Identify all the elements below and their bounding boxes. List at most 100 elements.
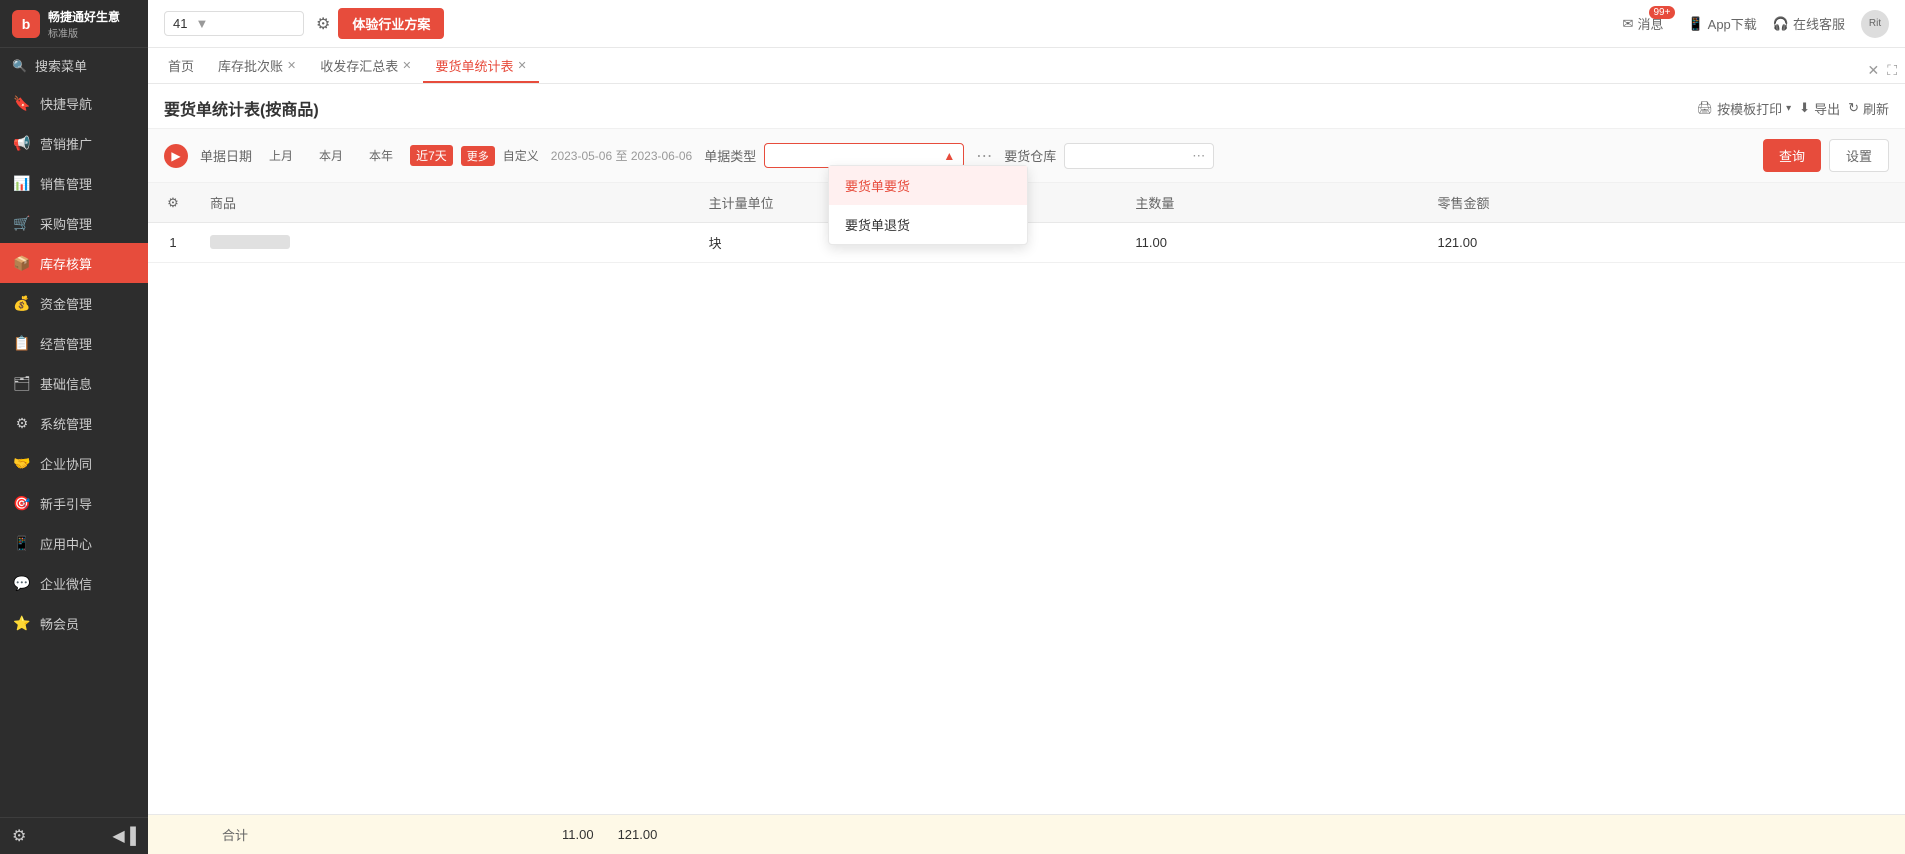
- export-button[interactable]: ⬇ 导出: [1799, 99, 1840, 118]
- sidebar-item-label: 应用中心: [40, 534, 92, 553]
- sidebar-item-appstore[interactable]: 📱 应用中心: [0, 523, 148, 563]
- page-actions: 🖨 按模板打印 ▾ ⬇ 导出 ↻ 刷新: [1697, 99, 1889, 118]
- page-title: 要货单统计表(按商品): [164, 96, 319, 120]
- filter-expand-button[interactable]: ▶: [164, 144, 188, 168]
- store-select-arrow-icon: ▼: [195, 16, 208, 31]
- tab-receivable-summary[interactable]: 收发存汇总表 ✕: [308, 50, 423, 83]
- sidebar-item-quick-nav[interactable]: 🔖 快捷导航: [0, 83, 148, 123]
- footer-amount: 121.00: [606, 827, 670, 842]
- collapse-button[interactable]: ◀▐: [112, 826, 136, 846]
- sidebar-item-system[interactable]: ⚙ 系统管理: [0, 403, 148, 443]
- trial-btn[interactable]: 体验行业方案: [338, 8, 444, 39]
- guide-icon: 🎯: [12, 493, 32, 513]
- sidebar-item-marketing[interactable]: 📢 营销推广: [0, 123, 148, 163]
- sidebar-bottom: ⚙ ◀▐: [0, 817, 148, 854]
- tab-receivable-summary-close-icon[interactable]: ✕: [402, 59, 411, 72]
- col-settings[interactable]: ⚙: [148, 183, 198, 223]
- headset-icon: 🎧: [1773, 16, 1789, 32]
- col-quantity: 主数量: [1123, 183, 1425, 223]
- date-btn-prev-month[interactable]: 上月: [260, 143, 302, 168]
- filter-warehouse-group: 要货仓库 ⋯: [1004, 143, 1214, 169]
- refresh-button[interactable]: ↻ 刷新: [1848, 99, 1889, 118]
- topbar-left: 41 ▼ ⚙ 体验行业方案: [164, 8, 1623, 39]
- messages-button[interactable]: ✉ 消息 99+: [1623, 14, 1664, 33]
- sidebar-item-enterprise[interactable]: 🤝 企业协同: [0, 443, 148, 483]
- col-amount: 零售金额: [1425, 183, 1789, 223]
- filter-date-label: 单据日期: [200, 146, 252, 165]
- sidebar-item-label: 采购管理: [40, 214, 92, 233]
- sidebar-item-label: 基础信息: [40, 374, 92, 393]
- system-icon: ⚙: [12, 413, 32, 433]
- main-content: 41 ▼ ⚙ 体验行业方案 ✉ 消息 99+ 📱 App下载 🎧 在线客服 Ri…: [148, 0, 1905, 854]
- query-button[interactable]: 查询: [1763, 139, 1821, 172]
- sidebar-item-sales[interactable]: 📊 销售管理: [0, 163, 148, 203]
- online-service-button[interactable]: 🎧 在线客服: [1773, 14, 1845, 33]
- sidebar-item-label: 系统管理: [40, 414, 92, 433]
- export-icon: ⬇: [1799, 100, 1810, 116]
- sidebar-item-label: 畅会员: [40, 614, 79, 633]
- tab-home[interactable]: 首页: [156, 50, 206, 83]
- filter-type-label: 单据类型: [704, 146, 756, 165]
- filter-actions: 查询 设置: [1763, 139, 1889, 172]
- filter-warehouse-input[interactable]: ⋯: [1064, 143, 1214, 169]
- app-logo-text: 畅捷通好生意 标准版: [48, 8, 120, 40]
- filter-warehouse-label: 要货仓库: [1004, 146, 1056, 165]
- tabs-right-actions: ✕ ⛶: [1867, 62, 1897, 83]
- tab-order-summary-close-icon[interactable]: ✕: [518, 59, 527, 72]
- sidebar-item-purchase[interactable]: 🛒 采购管理: [0, 203, 148, 243]
- inventory-icon: 📦: [12, 253, 32, 273]
- filter-bar: ▶ 单据日期 上月 本月 本年 近7天 更多 自定义 2023-05-06 至 …: [148, 129, 1905, 183]
- settings-button[interactable]: ⚙: [12, 826, 26, 846]
- sidebar-item-label: 销售管理: [40, 174, 92, 193]
- sidebar-logo: b 畅捷通好生意 标准版: [0, 0, 148, 48]
- footer-label: 合计: [210, 825, 450, 844]
- sidebar-nav: 🔖 快捷导航 📢 营销推广 📊 销售管理 🛒 采购管理 📦 库存核算 💰 资金管…: [0, 83, 148, 817]
- dropdown-item-order-goods[interactable]: 要货单要货: [829, 166, 1027, 205]
- wechat-icon: 💬: [12, 573, 32, 593]
- chevron-down-icon: ▾: [1786, 103, 1791, 114]
- sidebar-item-guide[interactable]: 🎯 新手引导: [0, 483, 148, 523]
- date-btn-current-month[interactable]: 本月: [310, 143, 352, 168]
- date-more-tag[interactable]: 更多: [461, 146, 495, 166]
- date-range-display: 2023-05-06 至 2023-06-06: [551, 147, 692, 164]
- filter-more-icon[interactable]: ⋯: [976, 146, 992, 166]
- basic-icon: 🗂: [12, 373, 32, 393]
- enterprise-icon: 🤝: [12, 453, 32, 473]
- tab-inventory-batch-close-icon[interactable]: ✕: [287, 59, 296, 72]
- filter-settings-button[interactable]: 设置: [1829, 139, 1889, 172]
- topbar: 41 ▼ ⚙ 体验行业方案 ✉ 消息 99+ 📱 App下载 🎧 在线客服 Ri…: [148, 0, 1905, 48]
- tab-inventory-batch[interactable]: 库存批次账 ✕: [206, 50, 308, 83]
- app-download-button[interactable]: 📱 App下载: [1687, 14, 1756, 33]
- date-btn-7days[interactable]: 近7天: [410, 145, 453, 166]
- store-select[interactable]: 41 ▼: [164, 11, 304, 36]
- page-header: 要货单统计表(按商品) 🖨 按模板打印 ▾ ⬇ 导出 ↻ 刷新: [148, 84, 1905, 129]
- sidebar-item-wechat[interactable]: 💬 企业微信: [0, 563, 148, 603]
- sidebar-item-member[interactable]: ⭐ 畅会员: [0, 603, 148, 643]
- marketing-icon: 📢: [12, 133, 32, 153]
- user-avatar[interactable]: Rit: [1861, 10, 1889, 38]
- refresh-icon: ↻: [1848, 100, 1859, 116]
- template-print-button[interactable]: 🖨 按模板打印 ▾: [1697, 99, 1792, 118]
- search-menu-item[interactable]: 🔍 搜索菜单: [0, 48, 148, 83]
- topbar-settings-icon[interactable]: ⚙: [316, 14, 330, 34]
- tab-expand-icon[interactable]: ⛶: [1887, 62, 1897, 79]
- sidebar-item-label: 企业协同: [40, 454, 92, 473]
- sidebar-item-label: 营销推广: [40, 134, 92, 153]
- tab-order-summary[interactable]: 要货单统计表 ✕: [423, 50, 538, 83]
- tab-close-all-icon[interactable]: ✕: [1867, 62, 1879, 79]
- sidebar-item-inventory[interactable]: 📦 库存核算: [0, 243, 148, 283]
- sidebar-item-finance[interactable]: 💰 资金管理: [0, 283, 148, 323]
- phone-icon: 📱: [1687, 16, 1703, 32]
- store-name: 41: [173, 16, 187, 31]
- col-product: 商品: [198, 183, 697, 223]
- sidebar-item-operation[interactable]: 📋 经营管理: [0, 323, 148, 363]
- sidebar-item-basic[interactable]: 🗂 基础信息: [0, 363, 148, 403]
- dropdown-item-order-return[interactable]: 要货单退货: [829, 205, 1027, 244]
- cell-product: [198, 223, 697, 263]
- date-btn-year[interactable]: 本年: [360, 143, 402, 168]
- tab-order-summary-label: 要货单统计表: [435, 56, 513, 75]
- quick-nav-icon: 🔖: [12, 93, 32, 113]
- date-custom-btn[interactable]: 自定义: [503, 147, 539, 164]
- warehouse-more-icon: ⋯: [1192, 148, 1205, 164]
- messages-badge: 99+: [1649, 6, 1676, 19]
